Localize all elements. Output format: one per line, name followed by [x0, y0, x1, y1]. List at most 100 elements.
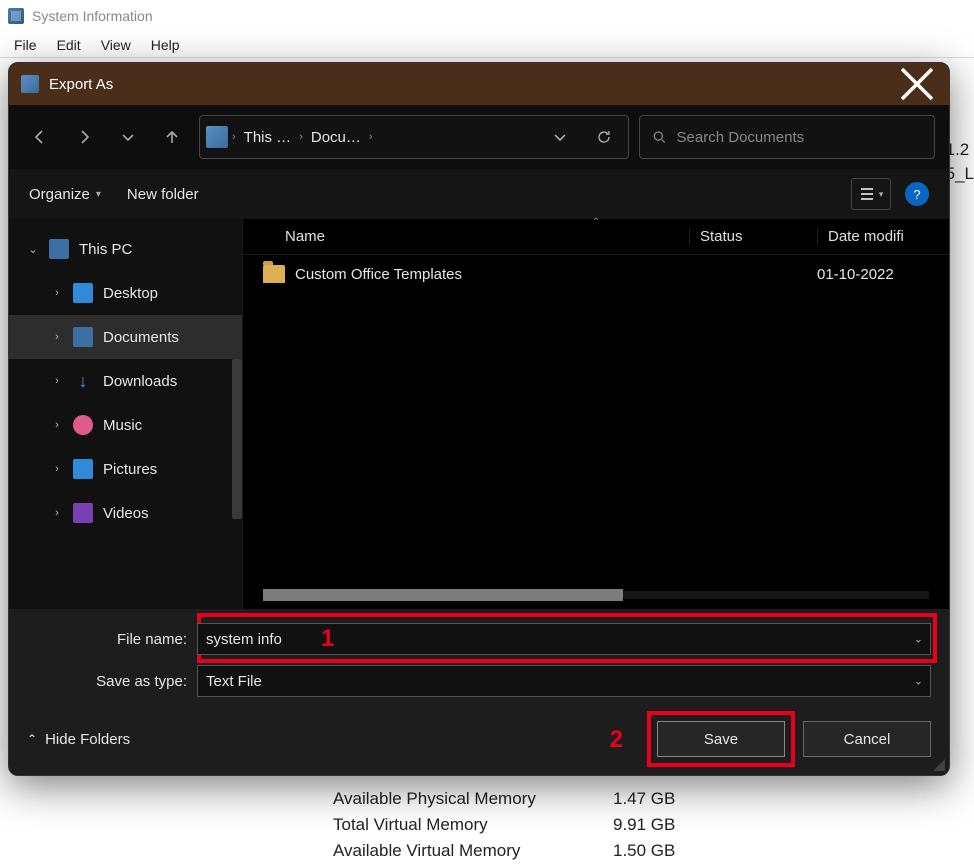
recent-dropdown[interactable] — [111, 120, 145, 154]
bg-row-key: Available Physical Memory — [333, 789, 593, 809]
save-type-value: Text File — [206, 673, 262, 690]
close-button[interactable] — [897, 68, 937, 100]
export-as-dialog: Export As › This … › Docu… › — [8, 62, 950, 776]
tree-label: Music — [103, 417, 142, 434]
menu-file[interactable]: File — [14, 37, 37, 53]
bg-window-title: System Information — [32, 8, 153, 24]
up-button[interactable] — [155, 120, 189, 154]
music-icon — [73, 415, 93, 435]
chevron-right-icon[interactable]: › — [51, 331, 63, 343]
tree-downloads[interactable]: › ↓ Downloads — [9, 359, 242, 403]
chevron-right-icon[interactable]: › — [299, 131, 303, 143]
search-input[interactable] — [677, 129, 922, 146]
tree-label: Desktop — [103, 285, 158, 302]
new-folder-button[interactable]: New folder — [127, 186, 199, 203]
save-type-select[interactable]: Text File — [197, 665, 931, 697]
system-info-icon — [8, 8, 24, 24]
tree-this-pc[interactable]: ⌄ This PC — [9, 227, 242, 271]
hide-folders-label: Hide Folders — [45, 731, 130, 748]
tree-pictures[interactable]: › Pictures — [9, 447, 242, 491]
organize-button[interactable]: Organize ▾ — [29, 186, 101, 203]
tree-label: Documents — [103, 329, 179, 346]
forward-button[interactable] — [67, 120, 101, 154]
menu-edit[interactable]: Edit — [57, 37, 81, 53]
column-headers: ⌃ Name Status Date modifi — [243, 219, 949, 255]
file-date: 01-10-2022 — [817, 266, 929, 283]
dialog-titlebar: Export As — [9, 63, 949, 105]
tree-documents[interactable]: › Documents — [9, 315, 242, 359]
bg-titlebar: System Information — [0, 0, 974, 32]
tree-videos[interactable]: › Videos — [9, 491, 242, 535]
chevron-right-icon[interactable]: › — [51, 375, 63, 387]
tree-label: Downloads — [103, 373, 177, 390]
breadcrumb-root[interactable]: This … — [240, 129, 296, 146]
location-pc-icon — [206, 126, 228, 148]
bg-row: Available Virtual Memory 1.50 GB — [333, 841, 974, 861]
chevron-right-icon[interactable]: › — [369, 131, 373, 143]
file-list-pane: ⌃ Name Status Date modifi Custom Office … — [243, 219, 949, 609]
tree-label: Pictures — [103, 461, 157, 478]
file-name: Custom Office Templates — [295, 266, 689, 283]
bg-row-val: 1.50 GB — [613, 841, 675, 861]
address-dropdown[interactable] — [542, 120, 578, 154]
search-box[interactable] — [639, 115, 935, 159]
dialog-footer: ⌃ Hide Folders 2 Save Cancel — [9, 713, 949, 775]
chevron-down-icon[interactable]: ⌄ — [27, 243, 39, 256]
file-row[interactable]: Custom Office Templates 01-10-2022 — [243, 255, 949, 293]
folder-icon — [263, 265, 285, 283]
tree-label: Videos — [103, 505, 149, 522]
file-name-input[interactable] — [197, 623, 931, 655]
chevron-right-icon[interactable]: › — [51, 287, 63, 299]
menu-help[interactable]: Help — [151, 37, 180, 53]
save-form: File name: ⌄ 1 Save as type: Text File ⌄ — [9, 609, 949, 713]
bg-row-val: 1.47 GB — [613, 789, 675, 809]
nav-row: › This … › Docu… › — [9, 105, 949, 169]
tree-desktop[interactable]: › Desktop — [9, 271, 242, 315]
new-folder-label: New folder — [127, 186, 199, 203]
hide-folders-button[interactable]: ⌃ Hide Folders — [27, 731, 130, 748]
scrollbar-thumb[interactable] — [263, 589, 623, 601]
address-bar[interactable]: › This … › Docu… › — [199, 115, 629, 159]
dialog-title: Export As — [49, 76, 113, 93]
chevron-right-icon[interactable]: › — [51, 507, 63, 519]
bg-row-val: 9.91 GB — [613, 815, 675, 835]
save-button[interactable]: Save — [657, 721, 785, 757]
bg-row: Available Physical Memory 1.47 GB — [333, 789, 974, 809]
chevron-down-icon: ▾ — [96, 189, 101, 200]
bg-row-key: Total Virtual Memory — [333, 815, 593, 835]
sort-indicator-icon: ⌃ — [592, 217, 600, 228]
chevron-up-icon: ⌃ — [27, 732, 37, 746]
menu-view[interactable]: View — [101, 37, 131, 53]
bg-menubar: File Edit View Help — [0, 32, 974, 58]
save-type-label: Save as type: — [27, 673, 197, 690]
back-button[interactable] — [23, 120, 57, 154]
tree-label: This PC — [79, 241, 132, 258]
sidebar-scrollbar[interactable] — [232, 359, 242, 519]
help-button[interactable]: ? — [905, 182, 929, 206]
chevron-right-icon[interactable]: › — [51, 419, 63, 431]
dialog-body: ⌄ This PC › Desktop › Documents › ↓ Down… — [9, 219, 949, 609]
videos-icon — [73, 503, 93, 523]
pictures-icon — [73, 459, 93, 479]
column-status[interactable]: Status — [689, 228, 817, 245]
chevron-right-icon[interactable]: › — [232, 131, 236, 143]
folder-tree: ⌄ This PC › Desktop › Documents › ↓ Down… — [9, 219, 243, 609]
breadcrumb-folder[interactable]: Docu… — [307, 129, 365, 146]
pc-icon — [49, 239, 69, 259]
search-icon — [652, 129, 667, 145]
toolbar: Organize ▾ New folder ▾ ? — [9, 169, 949, 219]
chevron-right-icon[interactable]: › — [51, 463, 63, 475]
horizontal-scrollbar[interactable] — [263, 587, 929, 603]
desktop-icon — [73, 283, 93, 303]
bg-row-key: Available Virtual Memory — [333, 841, 593, 861]
annotation-2: 2 — [610, 726, 623, 754]
resize-grip[interactable] — [931, 757, 945, 771]
view-mode-button[interactable]: ▾ — [851, 178, 891, 210]
column-name[interactable]: Name — [263, 228, 689, 245]
file-rows: Custom Office Templates 01-10-2022 — [243, 255, 949, 587]
refresh-button[interactable] — [586, 120, 622, 154]
dialog-icon — [21, 75, 39, 93]
cancel-button[interactable]: Cancel — [803, 721, 931, 757]
column-date[interactable]: Date modifi — [817, 228, 929, 245]
tree-music[interactable]: › Music — [9, 403, 242, 447]
